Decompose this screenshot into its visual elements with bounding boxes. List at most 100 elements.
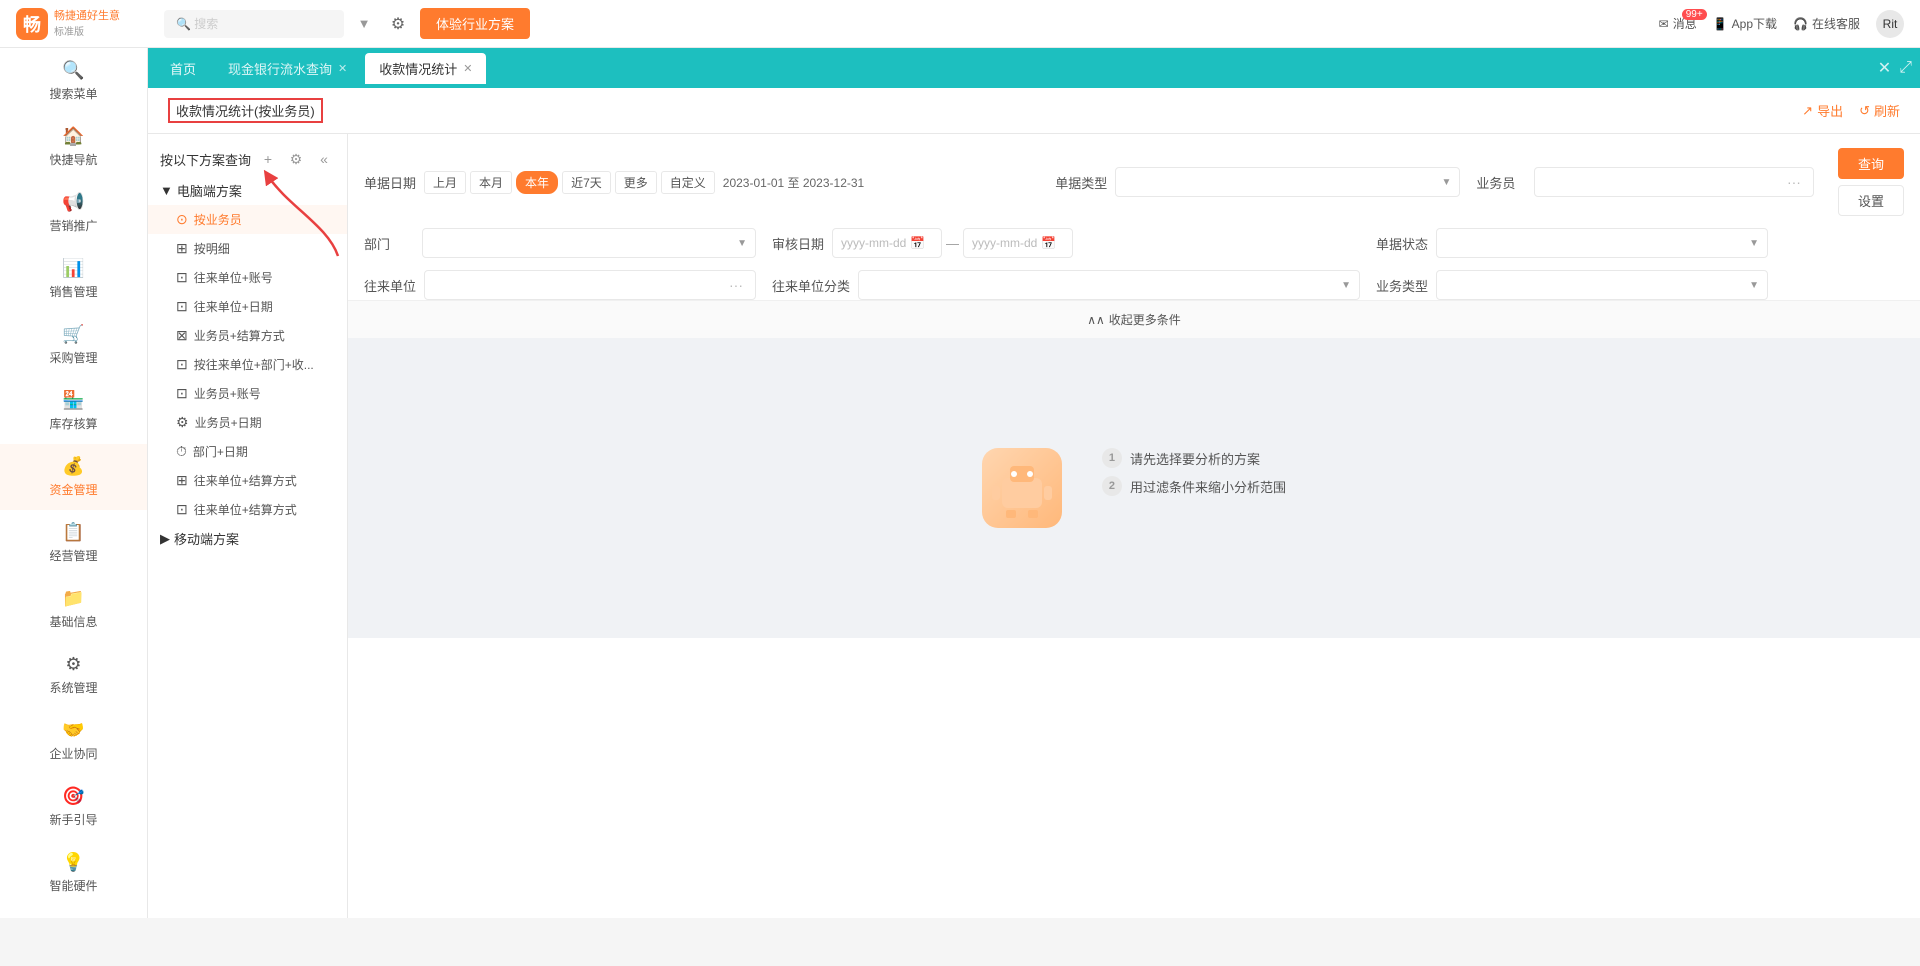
- date-btn-last-7[interactable]: 近7天: [562, 171, 611, 194]
- counterparty-select[interactable]: ···: [424, 270, 756, 300]
- scheme-label-partner-settle1: 往来单位+结算方式: [194, 472, 297, 489]
- sidebar-item-finance[interactable]: 💰 资金管理: [0, 444, 147, 510]
- date-btn-this-year[interactable]: 本年: [516, 171, 558, 194]
- tab-bank-flow[interactable]: 现金银行流水查询 ✕: [214, 53, 361, 84]
- empty-steps: 1 请先选择要分析的方案 2 用过滤条件来缩小分析范围: [1102, 448, 1286, 496]
- header-dropdown-btn[interactable]: ▼: [352, 12, 376, 36]
- tab-expand-icon[interactable]: ⤢: [1899, 59, 1912, 77]
- doc-status-arrow: ▼: [1749, 238, 1759, 249]
- online-service-label: 在线客服: [1812, 15, 1860, 32]
- sidebar-item-guide[interactable]: 🎯 新手引导: [0, 774, 147, 840]
- scheme-label-detail: 按明细: [194, 240, 230, 257]
- refresh-button[interactable]: ↺ 刷新: [1859, 101, 1900, 120]
- date-btn-this-month[interactable]: 本月: [470, 171, 512, 194]
- scheme-item-partner-account[interactable]: ⊡ 往来单位+账号: [148, 263, 347, 292]
- tab-home[interactable]: 首页: [156, 53, 210, 84]
- salesperson-filter-item: 业务员 ···: [1476, 167, 1814, 197]
- scheme-label-partner-dept: 按往来单位+部门+收...: [194, 356, 314, 373]
- settings-button[interactable]: 设置: [1838, 185, 1904, 216]
- page-title-actions: ↗ 导出 ↺ 刷新: [1802, 101, 1900, 120]
- tab-bar-right: ✕ ⤢: [1878, 58, 1912, 78]
- salesperson-more-icon[interactable]: ···: [1783, 174, 1805, 190]
- biz-type-arrow: ▼: [1749, 280, 1759, 291]
- sidebar-item-inventory[interactable]: 🏪 库存核算: [0, 378, 147, 444]
- desktop-schemes-group: ▼ 电脑端方案 ⊙ 按业务员 ⊞ 按明细 ⊡ 往来单位+账号: [148, 176, 347, 524]
- hardware-icon: 💡: [62, 852, 84, 873]
- desktop-schemes-header[interactable]: ▼ 电脑端方案: [148, 176, 347, 205]
- sidebar-item-system[interactable]: ⚙ 系统管理: [0, 642, 147, 708]
- left-panel: 按以下方案查询 + ⚙ «: [148, 134, 348, 918]
- tab-collection-stats[interactable]: 收款情况统计 ✕: [365, 53, 486, 84]
- collapse-panel-button[interactable]: «: [313, 148, 335, 170]
- tab-collection-stats-close[interactable]: ✕: [463, 62, 472, 75]
- date-btn-more[interactable]: 更多: [615, 171, 657, 194]
- salesperson-select[interactable]: ···: [1534, 167, 1814, 197]
- export-button[interactable]: ↗ 导出: [1802, 101, 1843, 120]
- scheme-item-partner-dept[interactable]: ⊡ 按往来单位+部门+收...: [148, 350, 347, 379]
- header-search-box[interactable]: 🔍 搜索: [164, 10, 344, 38]
- scheme-icon-partner-settle2: ⊡: [176, 501, 188, 518]
- scheme-item-salesperson-account[interactable]: ⊡ 业务员+账号: [148, 379, 347, 408]
- user-avatar[interactable]: Rit: [1876, 10, 1904, 38]
- review-date-range: yyyy-mm-dd 📅 — yyyy-mm-dd 📅: [832, 228, 1073, 258]
- sidebar-item-enterprise-collab[interactable]: 🤝 企业协同: [0, 708, 147, 774]
- sidebar-item-hardware[interactable]: 💡 智能硬件: [0, 840, 147, 906]
- counterparty-type-select[interactable]: ▼: [858, 270, 1360, 300]
- sidebar-item-quicknav[interactable]: 🏠 快捷导航: [0, 114, 147, 180]
- online-service-button[interactable]: 🎧 在线客服: [1793, 15, 1860, 32]
- home-icon: 🏠: [62, 126, 84, 147]
- query-button[interactable]: 查询: [1838, 148, 1904, 179]
- scheme-item-partner-settle2[interactable]: ⊡ 往来单位+结算方式: [148, 495, 347, 524]
- calendar-start-icon: 📅: [910, 236, 925, 250]
- scheme-item-partner-date[interactable]: ⊡ 往来单位+日期: [148, 292, 347, 321]
- scheme-item-salesperson-settle[interactable]: ⊠ 业务员+结算方式: [148, 321, 347, 350]
- tab-close-all-icon[interactable]: ✕: [1878, 58, 1891, 78]
- scheme-settings-button[interactable]: ⚙: [285, 148, 307, 170]
- doc-type-select[interactable]: ▼: [1115, 167, 1460, 197]
- mobile-schemes-header[interactable]: ▶ 移动端方案: [148, 524, 347, 553]
- doc-status-select[interactable]: ▼: [1436, 228, 1768, 258]
- scheme-item-dept-date[interactable]: ⏱ 部门+日期: [148, 437, 347, 466]
- tab-bank-flow-close[interactable]: ✕: [338, 62, 347, 75]
- sidebar-item-marketing[interactable]: 📢 营销推广: [0, 180, 147, 246]
- filter-row-1: 单据日期 上月 本月 本年 近7天 更多 自定义 20: [364, 148, 1904, 216]
- scheme-item-detail[interactable]: ⊞ 按明细: [148, 234, 347, 263]
- dept-select[interactable]: ▼: [422, 228, 756, 258]
- collapse-bar[interactable]: ∧∧ 收起更多条件: [348, 300, 1920, 338]
- main-content: 首页 现金银行流水查询 ✕ 收款情况统计 ✕ ✕ ⤢ 收款情况统计(按业务员) …: [148, 48, 1920, 918]
- sidebar-item-purchase[interactable]: 🛒 采购管理: [0, 312, 147, 378]
- sidebar-item-operations[interactable]: 📋 经营管理: [0, 510, 147, 576]
- empty-step-1-text: 请先选择要分析的方案: [1130, 449, 1260, 468]
- filter-area: 单据日期 上月 本月 本年 近7天 更多 自定义 20: [348, 134, 1920, 300]
- sidebar-item-search[interactable]: 🔍 搜索菜单: [0, 48, 147, 114]
- sidebar-item-sales[interactable]: 📊 销售管理: [0, 246, 147, 312]
- sidebar-label-hardware: 智能硬件: [49, 877, 97, 894]
- sidebar-item-wechat[interactable]: 💬 企业微信: [0, 906, 147, 918]
- date-separator: —: [946, 236, 959, 251]
- add-scheme-button[interactable]: +: [257, 148, 279, 170]
- search-placeholder: 🔍 搜索: [176, 15, 218, 32]
- counterparty-more-icon[interactable]: ···: [725, 277, 747, 293]
- date-shortcuts: 上月 本月 本年 近7天 更多 自定义: [424, 171, 715, 194]
- page-title: 收款情况统计(按业务员): [168, 98, 323, 123]
- biz-type-select[interactable]: ▼: [1436, 270, 1768, 300]
- scheme-item-salesperson-date[interactable]: ⚙ 业务员+日期: [148, 408, 347, 437]
- scheme-item-salesperson[interactable]: ⊙ 按业务员: [148, 205, 347, 234]
- messages-button[interactable]: ✉ 消息 99+: [1659, 15, 1697, 32]
- date-btn-last-month[interactable]: 上月: [424, 171, 466, 194]
- review-date-end-input[interactable]: yyyy-mm-dd 📅: [963, 228, 1073, 258]
- review-date-start-input[interactable]: yyyy-mm-dd 📅: [832, 228, 942, 258]
- header-gear-icon[interactable]: ⚙: [384, 10, 412, 38]
- scheme-icon-salesperson-settle: ⊠: [176, 327, 188, 344]
- salesperson-label: 业务员: [1476, 173, 1526, 192]
- scheme-item-partner-settle1[interactable]: ⊞ 往来单位+结算方式: [148, 466, 347, 495]
- trial-button[interactable]: 体验行业方案: [420, 8, 530, 39]
- scheme-label-dept-date: 部门+日期: [193, 443, 248, 460]
- sidebar-item-basic-info[interactable]: 📁 基础信息: [0, 576, 147, 642]
- empty-step-2-text: 用过滤条件来缩小分析范围: [1130, 477, 1286, 496]
- scheme-label-salesperson-settle: 业务员+结算方式: [194, 327, 285, 344]
- app-download-button[interactable]: 📱 App下载: [1713, 15, 1777, 32]
- counterparty-label: 往来单位: [364, 276, 416, 295]
- action-buttons: 查询 设置: [1838, 148, 1904, 216]
- date-btn-custom[interactable]: 自定义: [661, 171, 715, 194]
